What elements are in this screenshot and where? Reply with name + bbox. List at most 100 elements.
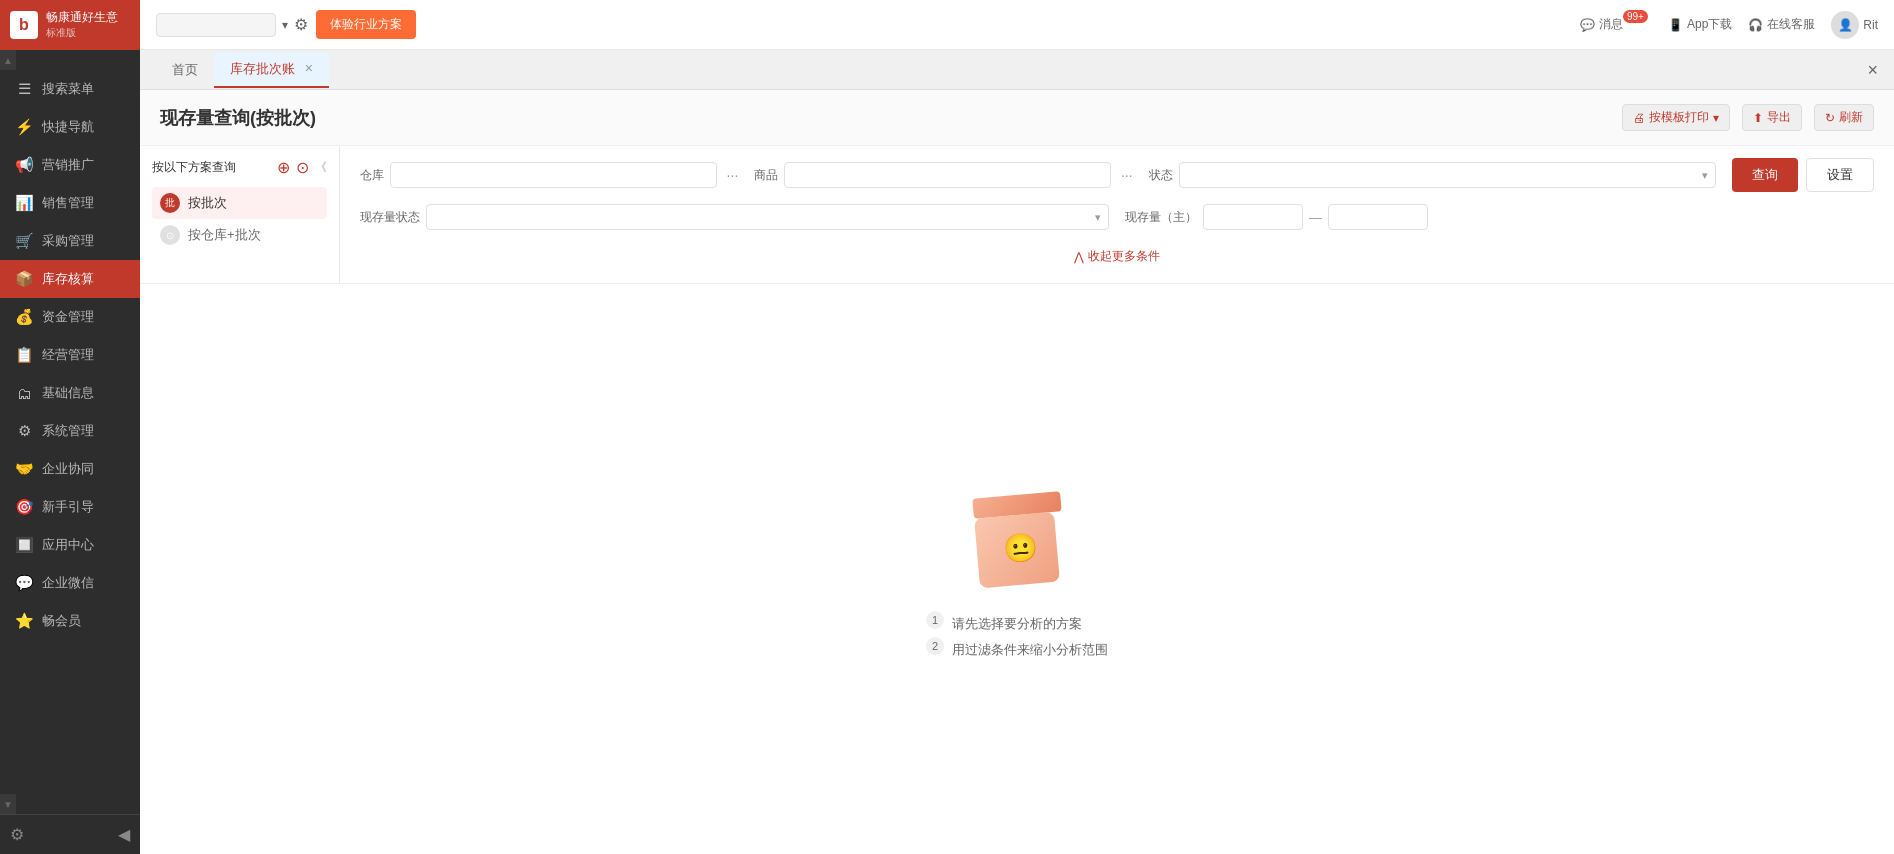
sidebar-item-sales[interactable]: 📊 销售管理 xyxy=(0,184,140,222)
sidebar-item-enterprise[interactable]: 🤝 企业协同 xyxy=(0,450,140,488)
collapse-sidebar-icon[interactable]: ◀ xyxy=(118,825,130,844)
filter-warehouse-group: 仓库 ··· xyxy=(360,162,738,188)
app-edition: 标准版 xyxy=(46,26,118,40)
topbar-gear-icon[interactable]: ⚙ xyxy=(294,15,308,34)
topbar: ▾ ⚙ 体验行业方案 💬 消息 99+ 📱 App下载 🎧 在线客服 👤 Rit xyxy=(140,0,1894,50)
page-header: 现存量查询(按批次) 🖨 按模板打印 ▾ ⬆ 导出 ↻ 刷新 xyxy=(140,90,1894,146)
filter-row-1: 仓库 ··· 商品 ··· 状态 xyxy=(360,158,1874,192)
filter-actions: 查询 设置 xyxy=(1732,158,1874,192)
online-service-action[interactable]: 🎧 在线客服 xyxy=(1748,16,1815,33)
content: 首页 库存批次账 × × 现存量查询(按批次) 🖨 按模板打印 ▾ xyxy=(140,50,1894,854)
sidebar-item-member[interactable]: ⭐ 畅会员 xyxy=(0,602,140,640)
operations-nav-icon: 📋 xyxy=(14,346,34,364)
empty-tip-2: 2 用过滤条件来缩小分析范围 xyxy=(926,637,1108,663)
empty-illustration: 😐 xyxy=(957,475,1077,595)
plan-settings-icon[interactable]: ⊙ xyxy=(296,158,309,177)
sidebar-item-newbie[interactable]: 🎯 新手引导 xyxy=(0,488,140,526)
stock-qty-max-input[interactable] xyxy=(1328,204,1428,230)
warehouse-filter-input[interactable] xyxy=(390,162,717,188)
sidebar: b 畅康通好生意 标准版 ▲ ☰ 搜索菜单 ⚡ 快捷导航 📢 营销推广 📊 销售… xyxy=(0,0,140,854)
product-filter-label: 商品 xyxy=(754,167,778,184)
sidebar-item-wechat[interactable]: 💬 企业微信 xyxy=(0,564,140,602)
plan-item-batch[interactable]: 批 按批次 xyxy=(152,187,327,219)
stock-status-select-wrapper: ▾ xyxy=(426,204,1109,230)
print-icon: 🖨 xyxy=(1633,111,1645,125)
query-button[interactable]: 查询 xyxy=(1732,158,1798,192)
collapse-more[interactable]: ⋀ 收起更多条件 xyxy=(360,242,1874,271)
filter-product-group: 商品 ··· xyxy=(754,162,1132,188)
collapse-more-label: 收起更多条件 xyxy=(1088,248,1160,265)
sidebar-item-appstore-label: 应用中心 xyxy=(42,536,94,554)
quick-nav-icon: ⚡ xyxy=(14,118,34,136)
stock-qty-dash: — xyxy=(1309,210,1322,225)
product-filter-more-icon[interactable]: ··· xyxy=(1121,167,1133,183)
sidebar-item-system[interactable]: ⚙ 系统管理 xyxy=(0,412,140,450)
sidebar-item-purchase[interactable]: 🛒 采购管理 xyxy=(0,222,140,260)
topbar-search-input[interactable] xyxy=(156,13,276,37)
empty-face-icon: 😐 xyxy=(1001,530,1039,566)
app-download-action[interactable]: 📱 App下载 xyxy=(1668,16,1732,33)
tab-close-right-icon[interactable]: × xyxy=(1867,59,1878,80)
export-button[interactable]: ⬆ 导出 xyxy=(1742,104,1802,131)
sidebar-item-quick[interactable]: ⚡ 快捷导航 xyxy=(0,108,140,146)
search-nav-icon: ☰ xyxy=(14,80,34,98)
sidebar-item-operations-label: 经营管理 xyxy=(42,346,94,364)
status-filter-select[interactable] xyxy=(1179,162,1716,188)
plan-collapse-icon[interactable]: 《 xyxy=(315,159,327,176)
message-action[interactable]: 💬 消息 99+ xyxy=(1580,16,1652,33)
plan-item-warehouse-batch-label: 按仓库+批次 xyxy=(188,226,261,244)
sidebar-item-enterprise-label: 企业协同 xyxy=(42,460,94,478)
product-filter-input[interactable] xyxy=(784,162,1111,188)
refresh-icon: ↻ xyxy=(1825,111,1835,125)
trial-button[interactable]: 体验行业方案 xyxy=(316,10,416,39)
page-title: 现存量查询(按批次) xyxy=(160,106,316,130)
sidebar-item-finance[interactable]: 💰 资金管理 xyxy=(0,298,140,336)
newbie-nav-icon: 🎯 xyxy=(14,498,34,516)
refresh-button[interactable]: ↻ 刷新 xyxy=(1814,104,1874,131)
sidebar-item-sales-label: 销售管理 xyxy=(42,194,94,212)
warehouse-filter-more-icon[interactable]: ··· xyxy=(727,167,739,183)
plan-item-batch-label: 按批次 xyxy=(188,194,227,212)
tabbar: 首页 库存批次账 × × xyxy=(140,50,1894,90)
sidebar-item-basic[interactable]: 🗂 基础信息 xyxy=(0,374,140,412)
sidebar-item-search[interactable]: ☰ 搜索菜单 xyxy=(0,70,140,108)
filter-stock-qty-group: 现存量（主） — xyxy=(1125,204,1874,230)
settings-footer-icon[interactable]: ⚙ xyxy=(10,825,24,844)
template-print-button[interactable]: 🖨 按模板打印 ▾ xyxy=(1622,104,1730,131)
plan-panel-title: 按以下方案查询 xyxy=(152,159,236,176)
sidebar-item-operations[interactable]: 📋 经营管理 xyxy=(0,336,140,374)
topbar-right: 💬 消息 99+ 📱 App下载 🎧 在线客服 👤 Rit xyxy=(1580,11,1878,39)
app-download-label: App下载 xyxy=(1687,16,1732,33)
empty-tip-2-text: 用过滤条件来缩小分析范围 xyxy=(952,637,1108,663)
sidebar-item-purchase-label: 采购管理 xyxy=(42,232,94,250)
plan-item-warehouse-batch[interactable]: ⊙ 按仓库+批次 xyxy=(152,219,327,251)
sidebar-item-marketing[interactable]: 📢 营销推广 xyxy=(0,146,140,184)
stock-qty-min-input[interactable] xyxy=(1203,204,1303,230)
page-content: 现存量查询(按批次) 🖨 按模板打印 ▾ ⬆ 导出 ↻ 刷新 xyxy=(140,90,1894,854)
settings-button[interactable]: 设置 xyxy=(1806,158,1874,192)
app-logo: b xyxy=(10,11,38,39)
status-filter-label: 状态 xyxy=(1149,167,1173,184)
sidebar-scroll-up[interactable]: ▲ xyxy=(0,50,16,70)
tab-home[interactable]: 首页 xyxy=(156,53,214,87)
tip-num-2: 2 xyxy=(926,637,944,655)
sidebar-scroll-down[interactable]: ▼ xyxy=(0,794,16,814)
plan-add-icon[interactable]: ⊕ xyxy=(277,158,290,177)
template-print-dropdown-icon[interactable]: ▾ xyxy=(1713,111,1719,125)
sidebar-item-inventory[interactable]: 📦 库存核算 xyxy=(0,260,140,298)
topbar-dropdown-icon[interactable]: ▾ xyxy=(282,18,288,32)
sidebar-item-inventory-label: 库存核算 xyxy=(42,270,94,288)
member-nav-icon: ⭐ xyxy=(14,612,34,630)
tab-batch-close-icon[interactable]: × xyxy=(305,60,313,76)
sidebar-item-appstore[interactable]: 🔲 应用中心 xyxy=(0,526,140,564)
user-avatar-area[interactable]: 👤 Rit xyxy=(1831,11,1878,39)
export-label: 导出 xyxy=(1767,109,1791,126)
topbar-left: ▾ ⚙ 体验行业方案 xyxy=(156,10,1568,39)
sidebar-header: b 畅康通好生意 标准版 xyxy=(0,0,140,50)
sidebar-footer: ⚙ ◀ xyxy=(0,814,140,854)
filter-area: 按以下方案查询 ⊕ ⊙ 《 批 按批次 ⊙ 按仓库+批次 xyxy=(140,146,1894,284)
page-header-actions: 🖨 按模板打印 ▾ ⬆ 导出 ↻ 刷新 xyxy=(1622,104,1874,131)
tab-batch[interactable]: 库存批次账 × xyxy=(214,52,329,88)
headset-icon: 🎧 xyxy=(1748,18,1763,32)
stock-status-filter-select[interactable] xyxy=(426,204,1109,230)
